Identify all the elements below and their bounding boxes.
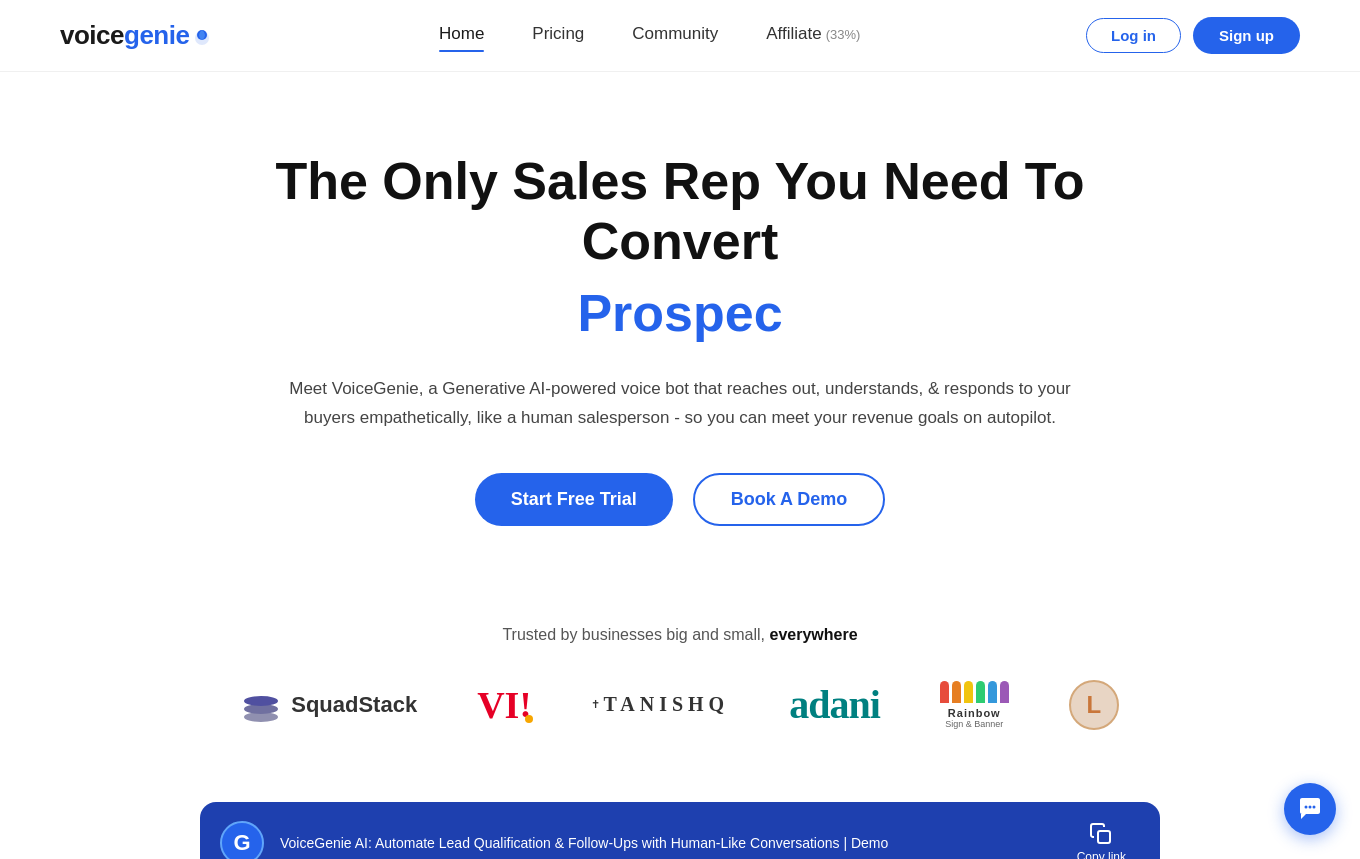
vi-dot bbox=[525, 715, 533, 723]
copy-label: Copy link bbox=[1077, 850, 1126, 859]
logo-squadstack: SquadStack bbox=[241, 685, 417, 725]
svg-point-6 bbox=[1305, 806, 1308, 809]
logo-circle: L bbox=[1069, 680, 1119, 730]
svg-rect-5 bbox=[1098, 831, 1110, 843]
nav-link-affiliate[interactable]: Affiliate(33%) bbox=[766, 24, 860, 48]
circle-label: L bbox=[1086, 691, 1101, 719]
tanishq-label: TANISHQ bbox=[603, 693, 729, 716]
video-title: VoiceGenie AI: Automate Lead Qualificati… bbox=[280, 835, 1047, 851]
nav-link-pricing[interactable]: Pricing bbox=[532, 24, 584, 48]
nav-link-community[interactable]: Community bbox=[632, 24, 718, 48]
hero-title-line2: Prospec bbox=[40, 280, 1320, 348]
svg-point-8 bbox=[1313, 806, 1316, 809]
hero-title-line1: The Only Sales Rep You Need To Convert bbox=[230, 152, 1130, 272]
video-avatar: g bbox=[220, 821, 264, 859]
nav-actions: Log in Sign up bbox=[1086, 17, 1300, 54]
login-button[interactable]: Log in bbox=[1086, 18, 1181, 53]
logo-rainbow: Rainbow Sign & Banner bbox=[940, 681, 1009, 729]
signup-button[interactable]: Sign up bbox=[1193, 17, 1300, 54]
vi-label: VI bbox=[477, 683, 519, 727]
svg-point-4 bbox=[244, 696, 278, 706]
video-card: g VoiceGenie AI: Automate Lead Qualifica… bbox=[200, 802, 1160, 859]
chat-icon bbox=[1297, 796, 1323, 822]
hero-section: The Only Sales Rep You Need To Convert P… bbox=[0, 72, 1360, 626]
logo-adani: adani bbox=[789, 681, 880, 728]
nav-link-home[interactable]: Home bbox=[439, 24, 484, 48]
tanishq-symbol: ✝ bbox=[591, 698, 603, 711]
trusted-label: Trusted by businesses big and small, eve… bbox=[40, 626, 1320, 644]
rainbow-stripes bbox=[940, 681, 1009, 703]
affiliate-badge: (33%) bbox=[826, 27, 861, 42]
partner-logos: SquadStack VI ! ✝ TANISHQ adani bbox=[40, 680, 1320, 730]
chat-bubble[interactable] bbox=[1284, 783, 1336, 835]
rainbow-label: Rainbow bbox=[948, 707, 1001, 719]
adani-label: adani bbox=[789, 681, 880, 728]
svg-point-7 bbox=[1309, 806, 1312, 809]
logo-icon bbox=[191, 24, 213, 46]
copy-icon bbox=[1089, 822, 1113, 846]
logo[interactable]: voicegenie bbox=[60, 20, 213, 51]
hero-buttons: Start Free Trial Book A Demo bbox=[40, 473, 1320, 526]
logo-genie: genie bbox=[124, 20, 189, 50]
hero-description: Meet VoiceGenie, a Generative AI-powered… bbox=[280, 375, 1080, 433]
start-trial-button[interactable]: Start Free Trial bbox=[475, 473, 673, 526]
logo-tanishq: ✝ TANISHQ bbox=[591, 693, 729, 716]
book-demo-button[interactable]: Book A Demo bbox=[693, 473, 886, 526]
logo-vi: VI ! bbox=[477, 683, 531, 727]
logo-voice: voice bbox=[60, 20, 124, 50]
rainbow-sublabel: Sign & Banner bbox=[945, 719, 1003, 729]
navbar: voicegenie Home Pricing Community Affili… bbox=[0, 0, 1360, 72]
nav-links: Home Pricing Community Affiliate(33%) bbox=[439, 24, 860, 48]
trusted-section: Trusted by businesses big and small, eve… bbox=[0, 626, 1360, 770]
squadstack-label: SquadStack bbox=[291, 692, 417, 718]
squadstack-icon bbox=[241, 685, 281, 725]
copy-link-button[interactable]: Copy link bbox=[1063, 816, 1140, 859]
